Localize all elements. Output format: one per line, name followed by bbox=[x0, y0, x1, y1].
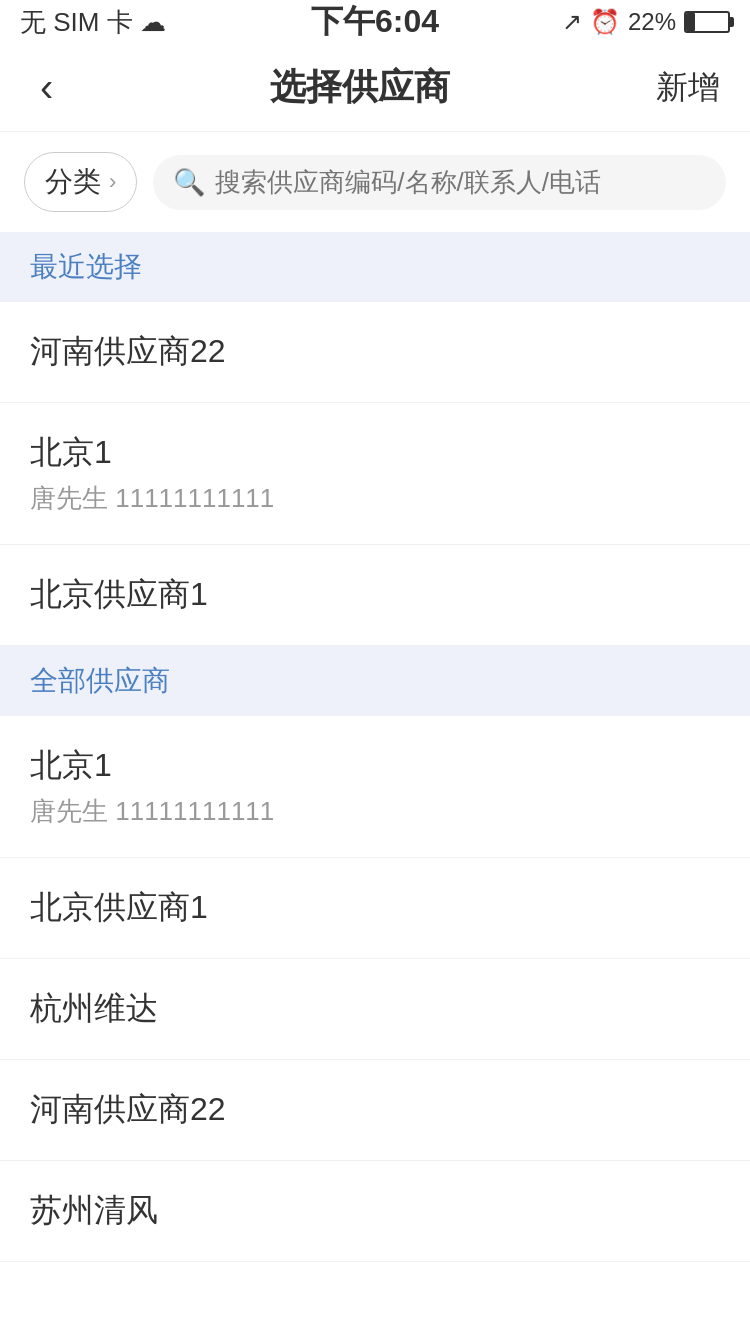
chevron-icon: › bbox=[109, 169, 116, 195]
direction-icon: ↗ bbox=[562, 8, 582, 36]
back-button[interactable]: ‹ bbox=[30, 55, 63, 120]
item-name: 河南供应商22 bbox=[30, 330, 720, 374]
page-title: 选择供应商 bbox=[270, 63, 450, 112]
item-name: 杭州维达 bbox=[30, 987, 720, 1031]
item-name: 河南供应商22 bbox=[30, 1088, 720, 1132]
status-left: 无 SIM 卡 ☁ bbox=[20, 5, 166, 40]
status-right: ↗ ⏰ 22% bbox=[562, 8, 730, 36]
recent-list: 河南供应商22 北京1 唐先生 11111111111 北京供应商1 bbox=[0, 302, 750, 646]
item-name: 北京1 bbox=[30, 431, 720, 475]
list-item[interactable]: 北京供应商1 bbox=[0, 545, 750, 646]
search-box[interactable]: 🔍 bbox=[153, 155, 726, 210]
search-icon: 🔍 bbox=[173, 167, 205, 198]
item-name: 北京供应商1 bbox=[30, 886, 720, 930]
category-label: 分类 bbox=[45, 163, 101, 201]
filter-bar: 分类 › 🔍 bbox=[0, 132, 750, 232]
list-item[interactable]: 北京1 唐先生 11111111111 bbox=[0, 403, 750, 545]
battery-percent: 22% bbox=[628, 8, 676, 36]
list-item[interactable]: 河南供应商22 bbox=[0, 302, 750, 403]
category-filter[interactable]: 分类 › bbox=[24, 152, 137, 212]
status-time: 下午6:04 bbox=[311, 0, 439, 44]
item-name: 苏州清风 bbox=[30, 1189, 720, 1233]
sim-status: 无 SIM 卡 ☁ bbox=[20, 5, 166, 40]
item-detail: 唐先生 11111111111 bbox=[30, 794, 720, 829]
recent-section-header: 最近选择 bbox=[0, 232, 750, 302]
all-section-header: 全部供应商 bbox=[0, 646, 750, 716]
nav-bar: ‹ 选择供应商 新增 bbox=[0, 44, 750, 132]
list-item[interactable]: 北京供应商1 bbox=[0, 858, 750, 959]
battery-icon bbox=[684, 11, 730, 33]
item-name: 北京供应商1 bbox=[30, 573, 720, 617]
search-input[interactable] bbox=[215, 167, 706, 198]
item-detail: 唐先生 11111111111 bbox=[30, 481, 720, 516]
list-item[interactable]: 河南供应商22 bbox=[0, 1060, 750, 1161]
alarm-icon: ⏰ bbox=[590, 8, 620, 36]
status-bar: 无 SIM 卡 ☁ 下午6:04 ↗ ⏰ 22% bbox=[0, 0, 750, 44]
recent-section-label: 最近选择 bbox=[30, 251, 142, 282]
all-list: 北京1 唐先生 11111111111 北京供应商1 杭州维达河南供应商22 苏州清风 bbox=[0, 716, 750, 1262]
all-section-label: 全部供应商 bbox=[30, 665, 170, 696]
item-name: 北京1 bbox=[30, 744, 720, 788]
list-item[interactable]: 北京1 唐先生 11111111111 bbox=[0, 716, 750, 858]
add-button[interactable]: 新增 bbox=[656, 66, 720, 110]
list-item[interactable]: 杭州维达 bbox=[0, 959, 750, 1060]
list-item[interactable]: 苏州清风 bbox=[0, 1161, 750, 1262]
